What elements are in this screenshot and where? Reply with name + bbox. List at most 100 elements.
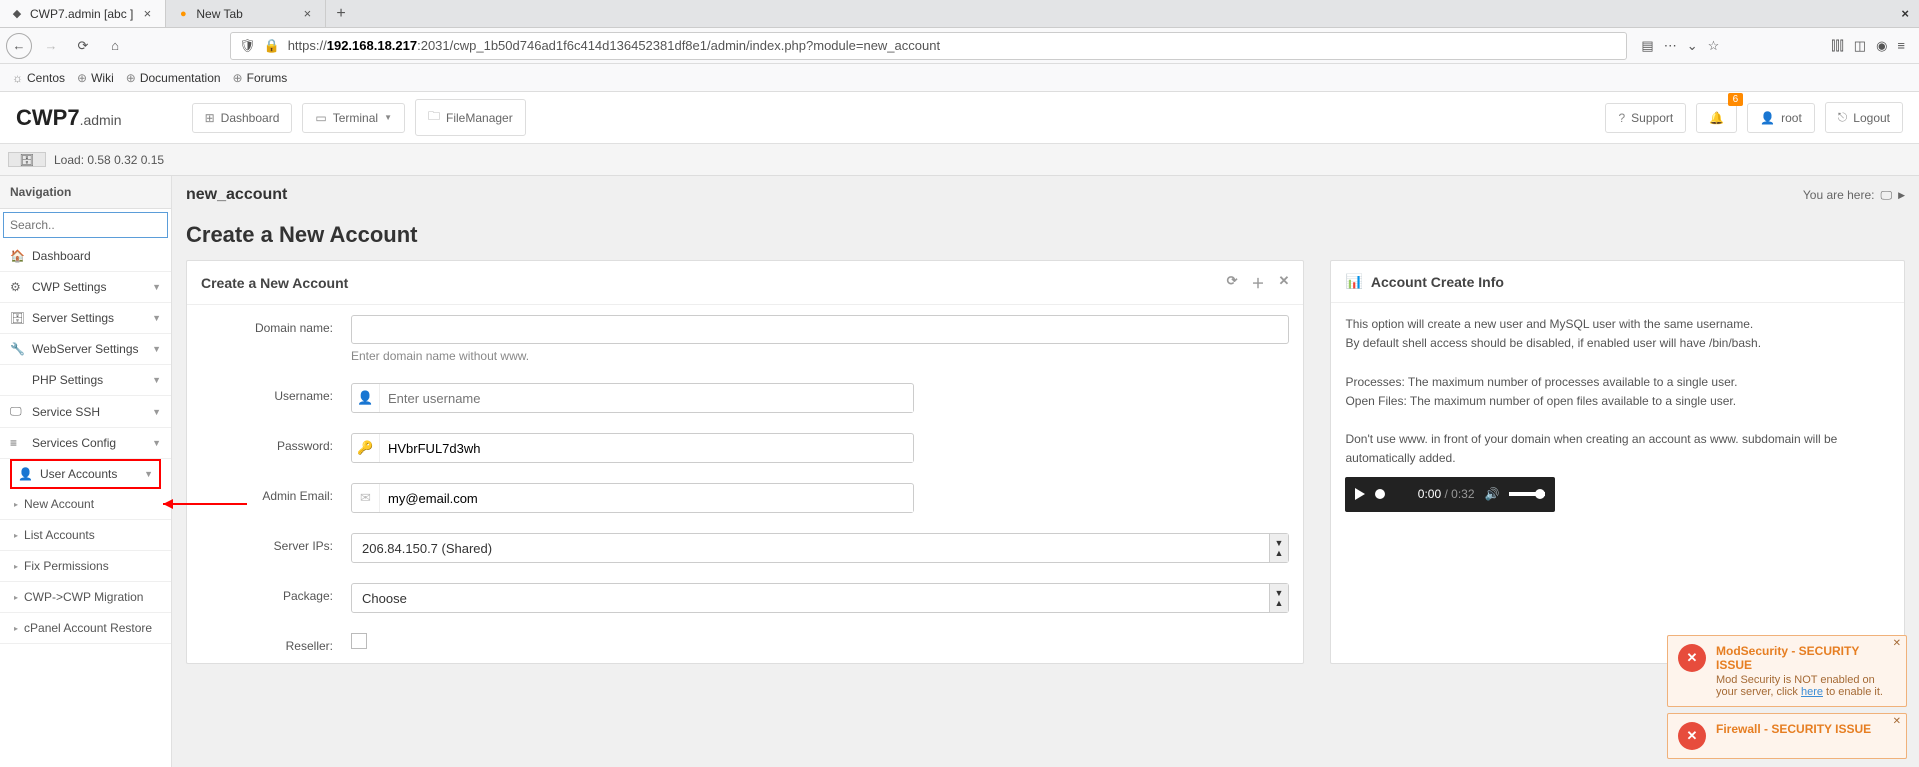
reload-button[interactable]: ⟳ (70, 33, 96, 59)
close-icon[interactable]: × (299, 6, 315, 21)
chevron-down-icon: ▼ (152, 344, 161, 354)
search-input[interactable] (3, 212, 168, 238)
browser-right-tools: ⫿⫿⫿ ◫ ◉ ≡ (1823, 38, 1913, 54)
dashboard-icon: ⊞ (205, 111, 215, 125)
new-tab-button[interactable]: + (326, 1, 355, 27)
bookmark-star-icon[interactable]: ☆ (1708, 38, 1720, 54)
main-content: new_account You are here: 🖵 ▶ Create a N… (172, 176, 1919, 767)
refresh-icon[interactable]: ⟳ (1227, 273, 1238, 292)
monitor-icon[interactable]: 🖵 (1881, 188, 1893, 203)
plus-icon[interactable]: ＋ (1252, 273, 1265, 292)
browser-toolbar: ← → ⟳ ⌂ 🛡 🔒 https://192.168.18.217:2031/… (0, 28, 1919, 64)
database-icon[interactable]: 🗄 (8, 152, 46, 167)
reseller-checkbox[interactable] (351, 633, 367, 649)
home-button[interactable]: ⌂ (102, 33, 128, 59)
browser-tab-inactive[interactable]: ● New Tab × (166, 0, 326, 27)
chevron-right-icon: ▶ (1898, 190, 1905, 201)
browser-tab-active[interactable]: ◆ CWP7.admin [abc ] × (0, 0, 166, 27)
sidebar-icon[interactable]: ◫ (1854, 38, 1866, 54)
browser-tab-strip: ◆ CWP7.admin [abc ] × ● New Tab × + × (0, 0, 1919, 28)
tab-title: New Tab (196, 7, 293, 21)
user-button[interactable]: 👤root (1747, 103, 1815, 133)
toast-link[interactable]: here (1801, 686, 1823, 698)
email-input[interactable] (380, 485, 913, 512)
gears-icon: ⚙ (10, 280, 24, 294)
logout-button[interactable]: ⎋Logout (1825, 102, 1903, 133)
bookmark-docs[interactable]: ⊕Documentation (126, 71, 221, 85)
sidebar-subitem-cwp-cwp-migration[interactable]: ▸CWP->CWP Migration (0, 582, 171, 613)
terminal-button[interactable]: ▭Terminal▼ (302, 103, 405, 133)
sidebar-item-services-config[interactable]: ≡Services Config▼ (0, 428, 171, 459)
sidebar-subitem-new-account[interactable]: ▸ New Account (0, 489, 171, 520)
password-input[interactable] (380, 435, 913, 462)
username-input[interactable] (380, 385, 913, 412)
package-select[interactable]: Choose ▼▲ (351, 583, 1289, 613)
pocket-icon[interactable]: ⌄ (1687, 38, 1698, 54)
play-icon[interactable] (1355, 488, 1365, 500)
sidebar-subitem-label: CWP->CWP Migration (24, 590, 143, 604)
globe-icon: ☼ (12, 71, 23, 85)
sidebar-subitem-cpanel-account-restore[interactable]: ▸cPanel Account Restore (0, 613, 171, 644)
tab-favicon: ◆ (10, 7, 24, 21)
dashboard-button[interactable]: ⊞Dashboard (192, 103, 293, 133)
close-icon[interactable]: ✕ (1893, 638, 1901, 649)
toast-firewall: ✕ Firewall - SECURITY ISSUE ✕ (1667, 713, 1907, 759)
serverips-select[interactable]: 206.84.150.7 (Shared) ▼▲ (351, 533, 1289, 563)
caret-icon: ▸ (14, 500, 18, 509)
key-icon: 🔑 (352, 434, 380, 462)
filemanager-button[interactable]: 🗀FileManager (415, 99, 526, 136)
sidebar-item-php-settings[interactable]: PHP Settings▼ (0, 365, 171, 396)
forward-button[interactable]: → (38, 33, 64, 59)
close-icon[interactable]: ✕ (1893, 716, 1901, 727)
chevron-down-icon: ▼ (152, 282, 161, 292)
bookmark-wiki[interactable]: ⊕Wiki (77, 71, 114, 85)
globe-icon: ⊕ (126, 71, 136, 85)
audio-player[interactable]: 0:00 / 0:32 🔊 (1345, 477, 1555, 512)
sidebar-item-server-settings[interactable]: 🗄Server Settings▼ (0, 303, 171, 334)
window-close-button[interactable]: × (1891, 2, 1919, 25)
domain-input[interactable] (351, 315, 1289, 344)
notifications-button[interactable]: 🔔 (1696, 103, 1737, 133)
sidebar-subitem-fix-permissions[interactable]: ▸Fix Permissions (0, 551, 171, 582)
toast-modsecurity: ✕ ModSecurity - SECURITY ISSUE Mod Secur… (1667, 635, 1907, 707)
page-title: Create a New Account (186, 222, 1905, 248)
sidebar-subitem-list-accounts[interactable]: ▸List Accounts (0, 520, 171, 551)
bookmarks-bar: ☼Centos ⊕Wiki ⊕Documentation ⊕Forums (0, 64, 1919, 92)
close-icon[interactable]: × (139, 6, 155, 21)
package-label: Package: (201, 583, 351, 603)
sidebar-item-cwp-settings[interactable]: ⚙CWP Settings▼ (0, 272, 171, 303)
logout-icon: ⎋ (1838, 110, 1848, 125)
chevron-down-icon: ▼▲ (1269, 534, 1289, 562)
chevron-down-icon: ▼ (144, 469, 153, 479)
volume-icon[interactable]: 🔊 (1485, 485, 1500, 504)
volume-slider[interactable] (1509, 492, 1545, 496)
progress-handle[interactable] (1375, 489, 1385, 499)
sidebar-item-user-accounts[interactable]: 👤User Accounts▼ (10, 459, 161, 489)
more-icon[interactable]: ⋯ (1664, 38, 1677, 54)
sidebar-item-label: WebServer Settings (32, 342, 139, 356)
extensions-icon[interactable]: ◉ (1876, 38, 1887, 54)
sidebar-item-webserver-settings[interactable]: 🔧WebServer Settings▼ (0, 334, 171, 365)
close-icon[interactable]: ✕ (1279, 273, 1290, 292)
support-button[interactable]: ?Support (1605, 103, 1686, 133)
sidebar: Navigation 🏠Dashboard⚙CWP Settings▼🗄Serv… (0, 176, 172, 767)
globe-icon: ⊕ (77, 71, 87, 85)
info-text: Open Files: The maximum number of open f… (1345, 392, 1890, 411)
globe-icon: ⊕ (233, 71, 243, 85)
sidebar-item-service-ssh[interactable]: 🖵Service SSH▼ (0, 396, 171, 428)
notification-badge: 6 (1728, 93, 1744, 106)
sidebar-subitem-label: New Account (24, 497, 94, 511)
bookmark-centos[interactable]: ☼Centos (12, 71, 65, 85)
app-header: CWP7.admin ⊞Dashboard ▭Terminal▼ 🗀FileMa… (0, 92, 1919, 144)
menu-icon[interactable]: ≡ (1897, 38, 1905, 54)
sliders-icon: ≡ (10, 436, 24, 450)
back-button[interactable]: ← (6, 33, 32, 59)
form-panel: Create a New Account ⟳ ＋ ✕ Domain name: … (186, 260, 1304, 664)
info-panel: 📊 Account Create Info This option will c… (1330, 260, 1905, 664)
library-icon[interactable]: ⫿⫿⫿ (1831, 38, 1843, 54)
url-bar[interactable]: 🛡 🔒 https://192.168.18.217:2031/cwp_1b50… (230, 32, 1627, 60)
monitor-icon: 🖵 (10, 404, 24, 419)
bookmark-forums[interactable]: ⊕Forums (233, 71, 288, 85)
reader-icon[interactable]: ▤ (1641, 38, 1653, 54)
sidebar-item-dashboard[interactable]: 🏠Dashboard (0, 241, 171, 272)
